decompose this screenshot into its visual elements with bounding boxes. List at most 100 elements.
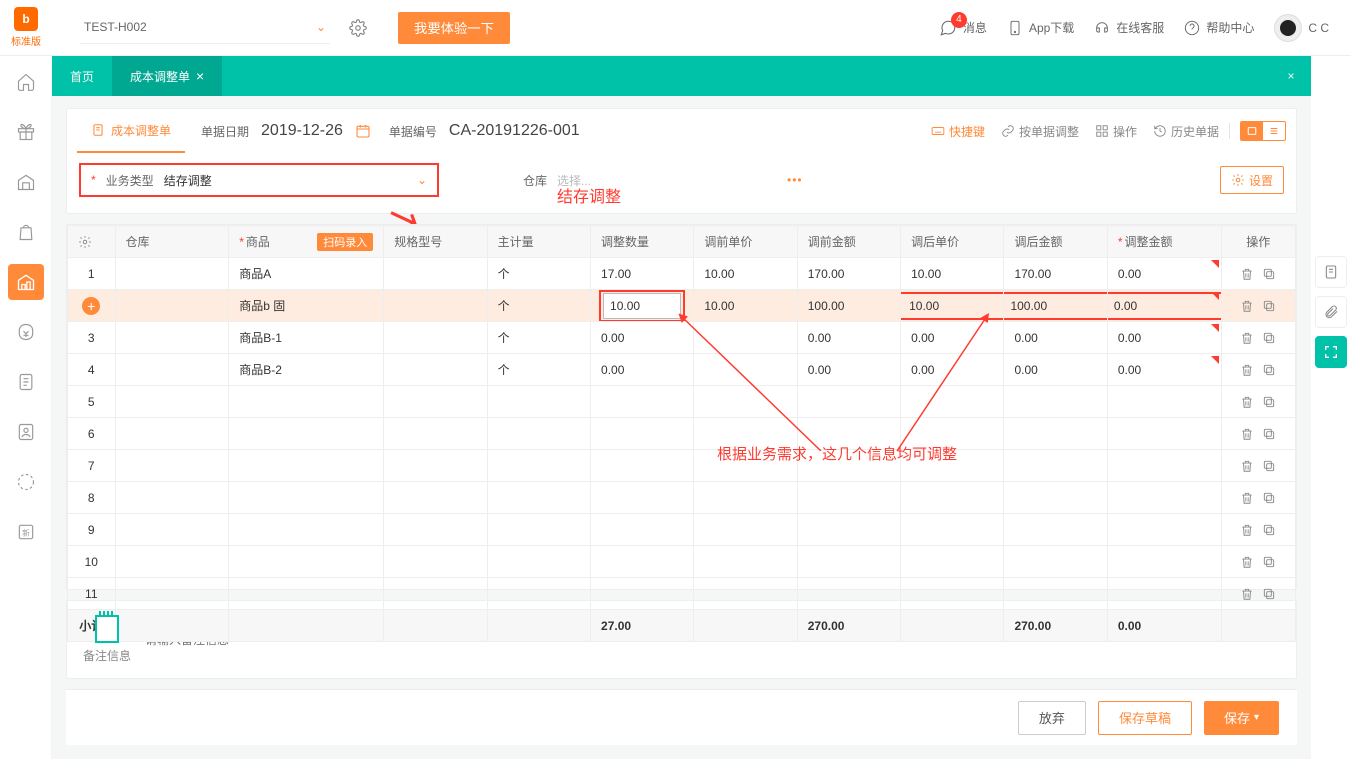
copy-row-icon[interactable] [1262, 267, 1276, 281]
qty-cell[interactable] [591, 514, 694, 546]
spec-cell[interactable] [384, 450, 487, 482]
table-row[interactable]: 10 [68, 546, 1296, 578]
copy-row-icon[interactable] [1262, 331, 1276, 345]
col-warehouse[interactable]: 仓库 [115, 226, 229, 258]
add-row-icon[interactable]: + [82, 297, 100, 315]
product-cell[interactable] [229, 418, 384, 450]
adj-amount-cell[interactable] [1107, 450, 1221, 482]
uom-cell[interactable]: 个 [487, 322, 590, 354]
spec-cell[interactable] [384, 354, 487, 386]
post-amt-input[interactable]: 100.00 [1010, 299, 1047, 313]
col-uom[interactable]: 主计量 [487, 226, 590, 258]
warehouse-cell[interactable] [115, 258, 229, 290]
product-cell[interactable]: 商品B-1 [229, 322, 384, 354]
qty-cell[interactable]: 0.00 [591, 354, 694, 386]
spec-cell[interactable] [384, 290, 487, 322]
nav-warehouse-icon[interactable] [8, 164, 44, 200]
nav-gift-icon[interactable] [8, 114, 44, 150]
spec-cell[interactable] [384, 418, 487, 450]
attachment-icon[interactable] [1315, 296, 1347, 328]
qty-cell[interactable] [591, 546, 694, 578]
close-all-tabs[interactable]: × [1271, 56, 1311, 96]
spec-cell[interactable] [384, 482, 487, 514]
post-price-cell[interactable] [901, 578, 1004, 610]
adj-amount-cell[interactable] [1107, 418, 1221, 450]
delete-row-icon[interactable] [1240, 331, 1254, 345]
nav-bag-icon[interactable] [8, 214, 44, 250]
warehouse-cell[interactable] [115, 386, 229, 418]
post-price-cell[interactable] [901, 450, 1004, 482]
delete-row-icon[interactable] [1240, 491, 1254, 505]
adj-amount-cell[interactable]: 0.00 [1107, 322, 1221, 354]
post-amt-cell[interactable]: 0.00 [1004, 354, 1107, 386]
col-pre-price[interactable]: 调前单价 [694, 226, 797, 258]
delete-row-icon[interactable] [1240, 363, 1254, 377]
post-amt-cell[interactable] [1004, 546, 1107, 578]
post-price-cell[interactable] [901, 418, 1004, 450]
qty-cell[interactable]: 17.00 [591, 258, 694, 290]
warehouse-cell[interactable] [115, 482, 229, 514]
tab-current[interactable]: 成本调整单 × [112, 56, 222, 96]
fullscreen-icon[interactable] [1315, 336, 1347, 368]
uom-cell[interactable] [487, 482, 590, 514]
post-price-cell[interactable] [901, 546, 1004, 578]
spec-cell[interactable] [384, 514, 487, 546]
col-spec[interactable]: 规格型号 [384, 226, 487, 258]
col-adjust-qty[interactable]: 调整数量 [591, 226, 694, 258]
post-amt-cell[interactable] [1004, 482, 1107, 514]
warehouse-cell[interactable] [115, 290, 229, 322]
product-cell[interactable] [229, 514, 384, 546]
copy-row-icon[interactable] [1262, 523, 1276, 537]
post-price-cell[interactable] [901, 514, 1004, 546]
adj-amount-cell[interactable] [1107, 578, 1221, 610]
adj-amount-cell[interactable] [1107, 514, 1221, 546]
spec-cell[interactable] [384, 578, 487, 610]
spec-cell[interactable] [384, 258, 487, 290]
uom-cell[interactable]: 个 [487, 290, 590, 322]
save-draft-button[interactable]: 保存草稿 [1098, 701, 1192, 735]
post-price-cell[interactable]: 10.00 [901, 258, 1004, 290]
uom-cell[interactable] [487, 546, 590, 578]
post-price-cell[interactable]: 0.00 [901, 354, 1004, 386]
post-amt-cell[interactable]: 0.00 [1004, 322, 1107, 354]
qty-cell[interactable]: 0.00 [591, 322, 694, 354]
post-price-cell[interactable] [901, 386, 1004, 418]
uom-cell[interactable]: 个 [487, 354, 590, 386]
tab-home[interactable]: 首页 [52, 56, 112, 96]
spec-cell[interactable] [384, 322, 487, 354]
copy-row-icon[interactable] [1262, 395, 1276, 409]
table-row[interactable]: 5 [68, 386, 1296, 418]
uom-cell[interactable] [487, 450, 590, 482]
scan-input-button[interactable]: 扫码录入 [317, 233, 373, 251]
table-row[interactable]: 11 [68, 578, 1296, 610]
table-row[interactable]: 4商品B-2个0.000.000.000.000.00 [68, 354, 1296, 386]
adj-amount-input[interactable]: 0.00 [1114, 299, 1137, 313]
post-amt-cell[interactable]: 170.00 [1004, 258, 1107, 290]
warehouse-cell[interactable] [115, 450, 229, 482]
delete-row-icon[interactable] [1240, 523, 1254, 537]
doc-type-tab[interactable]: 成本调整单 [77, 109, 185, 153]
adj-amount-cell[interactable]: 0.00 [1107, 258, 1221, 290]
uom-cell[interactable] [487, 386, 590, 418]
copy-row-icon[interactable] [1262, 299, 1276, 313]
col-pre-amount[interactable]: 调前金额 [797, 226, 900, 258]
product-cell[interactable]: 商品A [229, 258, 384, 290]
post-amt-cell[interactable] [1004, 514, 1107, 546]
product-cell[interactable] [229, 546, 384, 578]
adj-amount-cell[interactable] [1107, 546, 1221, 578]
col-post-price[interactable]: 调后单价 [901, 226, 1004, 258]
qty-cell[interactable] [591, 450, 694, 482]
nav-report-icon[interactable] [8, 364, 44, 400]
view-card-icon[interactable] [1241, 122, 1263, 140]
warehouse-cell[interactable] [115, 322, 229, 354]
warehouse-cell[interactable] [115, 514, 229, 546]
trial-button[interactable]: 我要体验一下 [398, 12, 510, 44]
nav-contacts-icon[interactable] [8, 414, 44, 450]
uom-cell[interactable] [487, 514, 590, 546]
org-select[interactable]: TEST-H002 ⌄ [80, 12, 330, 44]
close-icon[interactable]: × [196, 68, 204, 84]
qty-cell[interactable] [591, 418, 694, 450]
uom-cell[interactable]: 个 [487, 258, 590, 290]
adjust-by-bill-button[interactable]: 按单据调整 [993, 123, 1087, 140]
help-center[interactable]: 帮助中心 [1174, 10, 1264, 46]
